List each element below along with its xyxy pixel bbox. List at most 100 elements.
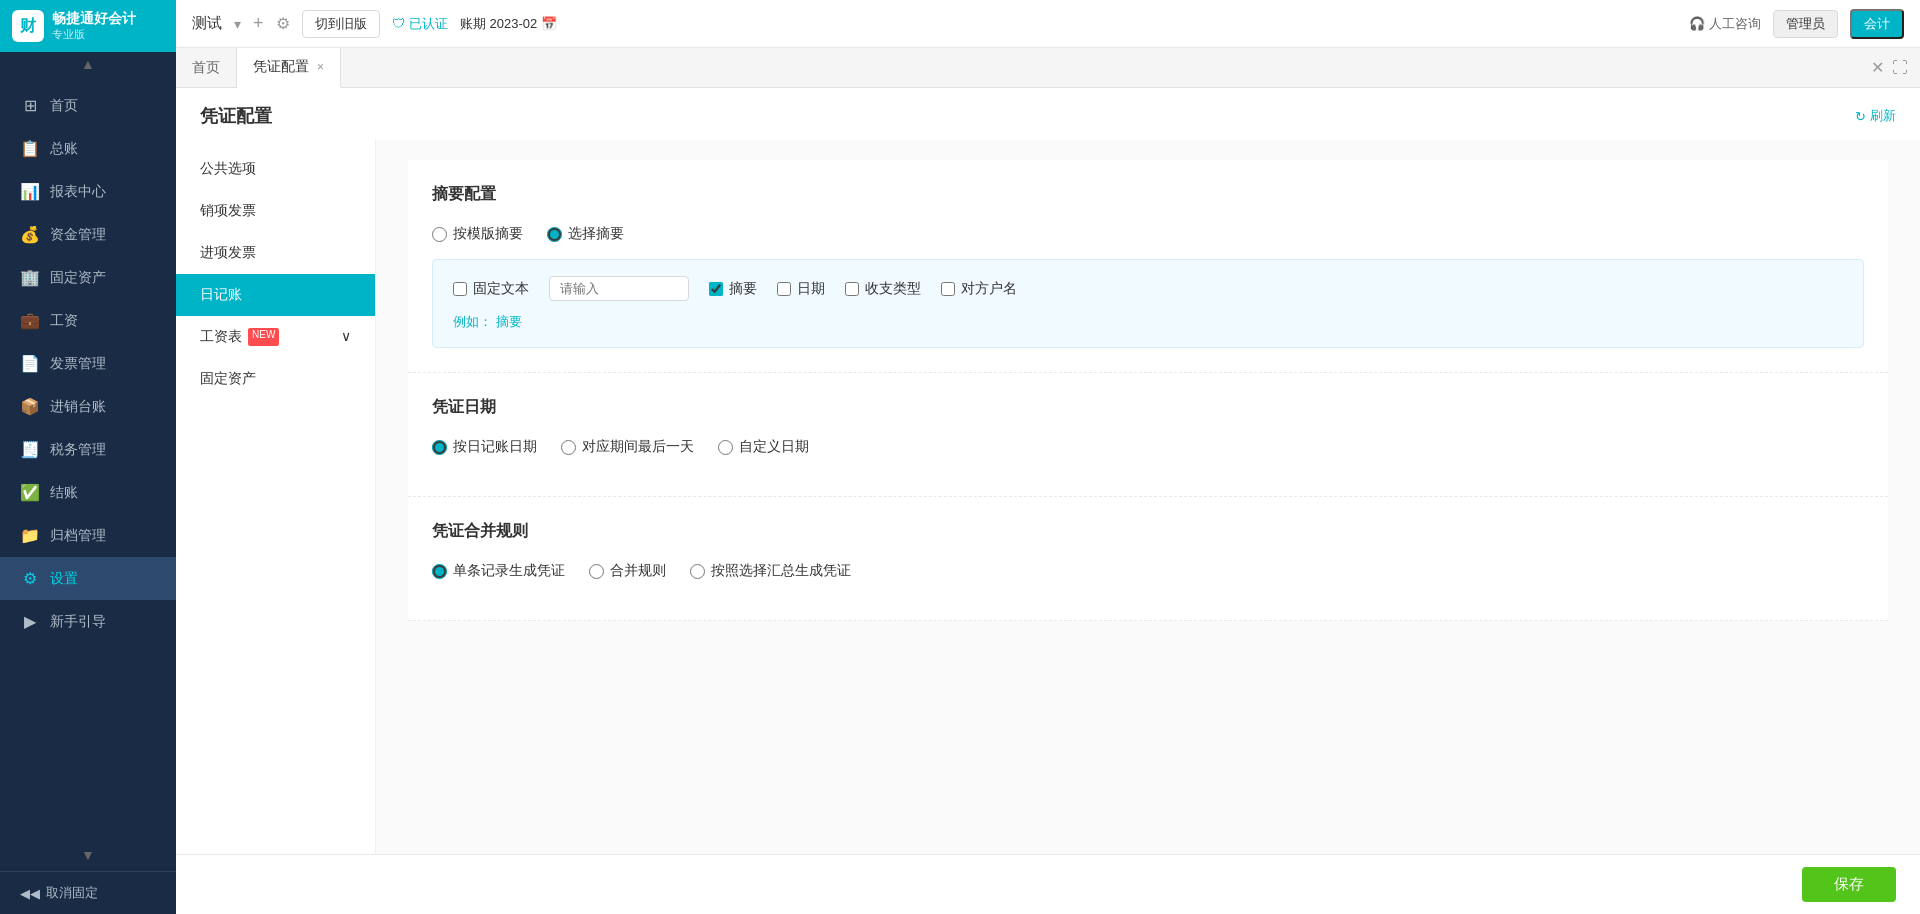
add-button[interactable]: + (253, 13, 264, 34)
invoice_mgmt-icon: 📄 (20, 354, 40, 373)
radio-by-journal-date[interactable]: 按日记账日期 (432, 438, 537, 456)
headset-icon: 🎧 (1689, 16, 1705, 31)
radio-last-day[interactable]: 对应期间最后一天 (561, 438, 694, 456)
checkbox-fixed-text-input[interactable] (453, 282, 467, 296)
summary-options-wrapper: 固定文本 摘要 日期 (432, 259, 1864, 348)
radio-select-label: 选择摘要 (568, 225, 624, 243)
checkbox-income-type-input[interactable] (845, 282, 859, 296)
settlement-icon: ✅ (20, 483, 40, 502)
sidebar-item-archive[interactable]: 📁归档管理 (0, 514, 176, 557)
sidebar-item-payroll[interactable]: 💼工资 (0, 299, 176, 342)
sidebar-item-label-tax: 税务管理 (50, 441, 106, 459)
checkbox-fixed-text-label: 固定文本 (473, 280, 529, 298)
radio-custom-date-input[interactable] (718, 440, 733, 455)
radio-select-input[interactable] (547, 227, 562, 242)
sidebar-item-fixed_assets[interactable]: 🏢固定资产 (0, 256, 176, 299)
sidebar-scroll-up[interactable]: ▲ (0, 52, 176, 76)
switch-old-version-button[interactable]: 切到旧版 (302, 10, 380, 38)
tab-close-icon[interactable]: × (317, 60, 324, 74)
role-button[interactable]: 会计 (1850, 9, 1904, 39)
radio-template-summary[interactable]: 按模版摘要 (432, 225, 523, 243)
left-nav-label-purchase: 进项发票 (200, 244, 256, 260)
sidebar: 财 畅捷通好会计 专业版 ▲ ⊞首页📋总账📊报表中心💰资金管理🏢固定资产💼工资📄… (0, 0, 176, 914)
main-area: 测试 ▾ + ⚙ 切到旧版 🛡 已认证 账期 2023-02 📅 🎧 人工咨询 … (176, 0, 1920, 914)
funds-icon: 💰 (20, 225, 40, 244)
checkbox-date-input[interactable] (777, 282, 791, 296)
sidebar-item-reports[interactable]: 📊报表中心 (0, 170, 176, 213)
sidebar-item-settlement[interactable]: ✅结账 (0, 471, 176, 514)
new-badge: NEW (248, 328, 279, 346)
tab-voucher-config[interactable]: 凭证配置 × (237, 48, 341, 88)
refresh-button[interactable]: ↻ 刷新 (1855, 107, 1896, 125)
radio-merge-rule-input[interactable] (589, 564, 604, 579)
period-label: 账期 (460, 15, 486, 33)
checkbox-counterpart[interactable]: 对方户名 (941, 280, 1017, 298)
radio-single-record[interactable]: 单条记录生成凭证 (432, 562, 565, 580)
left-nav-item-journal[interactable]: 日记账 (176, 274, 375, 316)
left-nav-label-payroll: 工资表 (200, 328, 242, 346)
checkbox-counterpart-label: 对方户名 (961, 280, 1017, 298)
left-nav-label-public: 公共选项 (200, 160, 256, 176)
tab-home[interactable]: 首页 (176, 48, 237, 88)
example-value: 摘要 (496, 314, 522, 329)
sidebar-item-tax[interactable]: 🧾 税务管理 (0, 428, 176, 471)
radio-custom-date-label: 自定义日期 (739, 438, 809, 456)
checkbox-summary[interactable]: 摘要 (709, 280, 757, 298)
radio-last-day-input[interactable] (561, 440, 576, 455)
checkbox-summary-input[interactable] (709, 282, 723, 296)
checkbox-date[interactable]: 日期 (777, 280, 825, 298)
fixed-text-input[interactable] (549, 276, 689, 301)
radio-by-selection-input[interactable] (690, 564, 705, 579)
tax-icon: 🧾 (20, 440, 40, 459)
close-window-icon[interactable]: ✕ (1871, 58, 1884, 77)
radio-custom-date[interactable]: 自定义日期 (718, 438, 809, 456)
radio-single-record-input[interactable] (432, 564, 447, 579)
voucher-date-title: 凭证日期 (432, 397, 1864, 418)
company-name: 测试 (192, 14, 222, 33)
sidebar-item-ledger[interactable]: 📋总账 (0, 127, 176, 170)
calendar-icon[interactable]: 📅 (541, 16, 557, 31)
maximize-icon[interactable]: ⛶ (1892, 59, 1908, 77)
settings-icon[interactable]: ⚙ (276, 14, 290, 33)
sidebar-item-guide[interactable]: ▶新手引导 (0, 600, 176, 643)
admin-button[interactable]: 管理员 (1773, 10, 1838, 38)
tab-voucher-config-label: 凭证配置 (253, 58, 309, 76)
logo-icon: 财 (12, 10, 44, 42)
page-header: 凭证配置 ↻ 刷新 (176, 88, 1920, 140)
radio-template-input[interactable] (432, 227, 447, 242)
company-dropdown-icon[interactable]: ▾ (234, 16, 241, 32)
left-nav-item-payroll[interactable]: 工资表NEW∨ (176, 316, 375, 358)
checkbox-counterpart-input[interactable] (941, 282, 955, 296)
sidebar-item-label-funds: 资金管理 (50, 226, 106, 244)
customer-service-button[interactable]: 🎧 人工咨询 (1689, 15, 1761, 33)
left-nav-label-journal: 日记账 (200, 286, 242, 302)
left-nav-item-sales[interactable]: 销项发票 (176, 190, 375, 232)
radio-merge-rule[interactable]: 合并规则 (589, 562, 666, 580)
voucher-merge-radio-group: 单条记录生成凭证 合并规则 按照选择汇总生成凭证 (432, 562, 1864, 580)
period-value: 2023-02 (490, 16, 538, 31)
verified-badge: 🛡 已认证 (392, 15, 448, 33)
left-nav-item-fixed_assets[interactable]: 固定资产 (176, 358, 375, 400)
sidebar-item-purchase_sales[interactable]: 📦进销台账 (0, 385, 176, 428)
cancel-fixed-button[interactable]: ◀◀ 取消固定 (20, 884, 156, 902)
sidebar-scroll-down[interactable]: ▼ (0, 843, 176, 871)
radio-by-selection[interactable]: 按照选择汇总生成凭证 (690, 562, 851, 580)
sidebar-item-home[interactable]: ⊞首页 (0, 84, 176, 127)
left-nav-item-purchase[interactable]: 进项发票 (176, 232, 375, 274)
sidebar-bottom: ◀◀ 取消固定 (0, 871, 176, 914)
left-nav: 公共选项销项发票进项发票日记账工资表NEW∨固定资产 (176, 140, 376, 854)
checkbox-fixed-text[interactable]: 固定文本 (453, 280, 529, 298)
save-button[interactable]: 保存 (1802, 867, 1896, 902)
radio-by-journal-date-label: 按日记账日期 (453, 438, 537, 456)
sidebar-item-funds[interactable]: 💰 资金管理 (0, 213, 176, 256)
left-nav-label-fixed_assets: 固定资产 (200, 370, 256, 386)
radio-by-journal-date-input[interactable] (432, 440, 447, 455)
checkbox-income-type[interactable]: 收支类型 (845, 280, 921, 298)
radio-select-summary[interactable]: 选择摘要 (547, 225, 624, 243)
left-nav-item-public[interactable]: 公共选项 (176, 148, 375, 190)
summary-radio-group: 按模版摘要 选择摘要 (432, 225, 1864, 243)
sidebar-item-invoice_mgmt[interactable]: 📄发票管理 (0, 342, 176, 385)
logo-sub: 专业版 (52, 27, 136, 42)
sidebar-item-settings[interactable]: ⚙设置 (0, 557, 176, 600)
voucher-merge-section: 凭证合并规则 单条记录生成凭证 合并规则 按照选择汇总生成凭证 (408, 497, 1888, 621)
